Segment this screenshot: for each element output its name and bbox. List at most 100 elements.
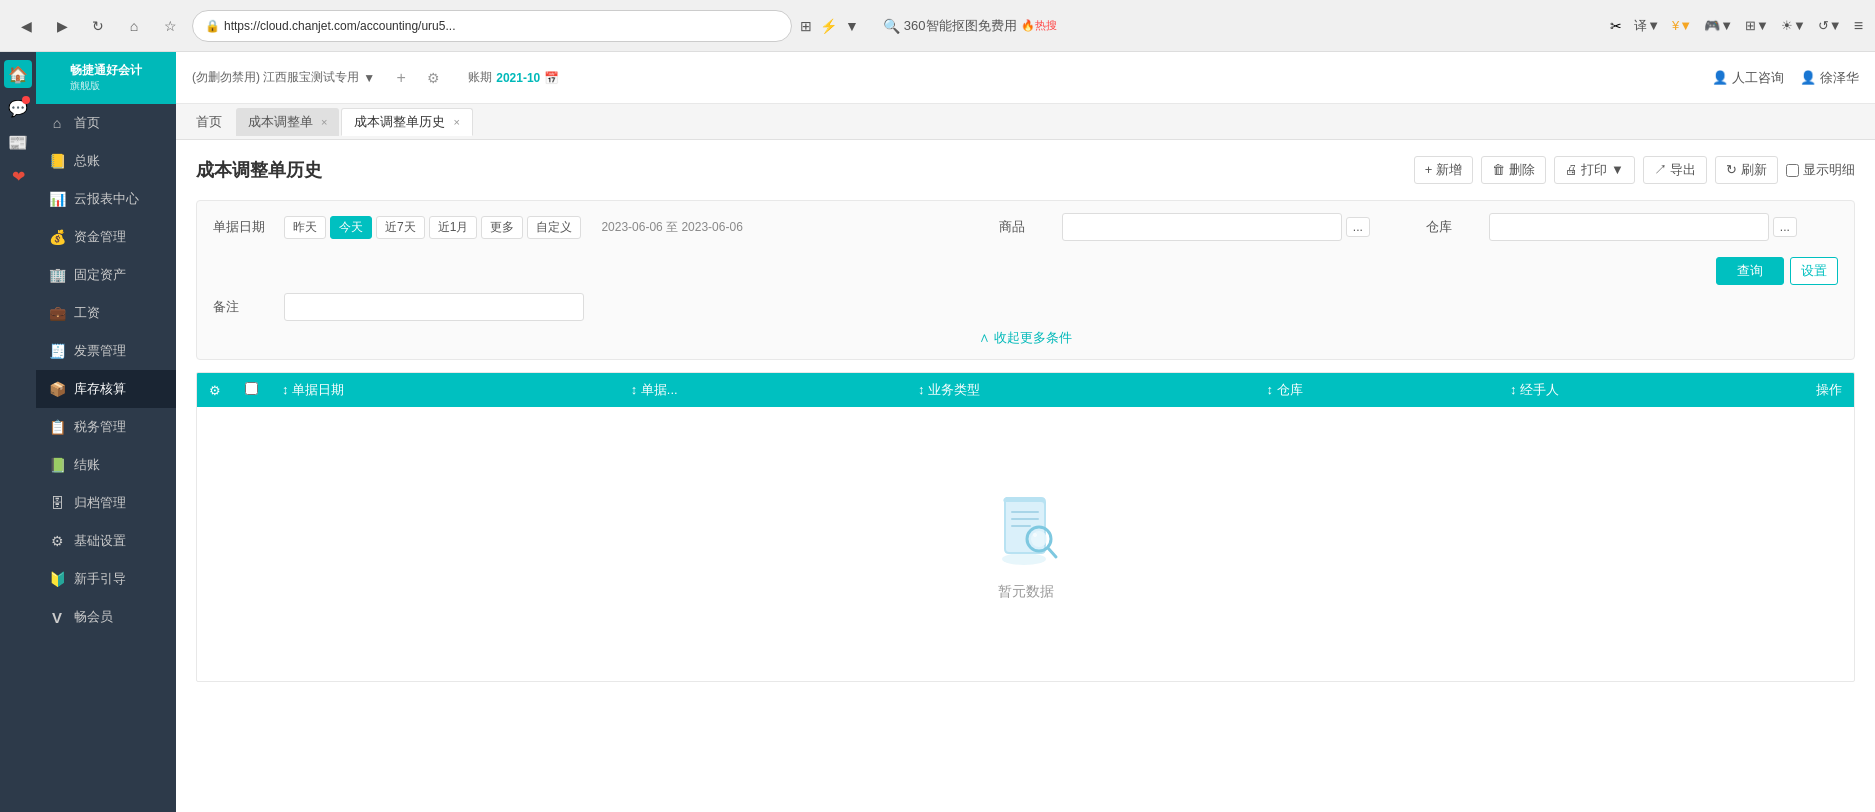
query-buttons: 查询 设置: [1716, 257, 1838, 285]
export-button[interactable]: ↗ 导出: [1643, 156, 1708, 184]
tab-manager-icon[interactable]: ⊞: [800, 18, 812, 34]
logo-text: 畅捷通好会计: [70, 63, 142, 79]
sidebar-item-member[interactable]: V 畅会员: [36, 598, 176, 636]
date-filter-label: 单据日期: [213, 218, 268, 236]
tax-icon: 📋: [48, 419, 66, 435]
sidebar-item-invoice[interactable]: 🧾 发票管理: [36, 332, 176, 370]
icon-bar-app[interactable]: 🏠: [4, 60, 32, 88]
th-warehouse[interactable]: ↕ 仓库: [1255, 373, 1498, 407]
th-checkbox[interactable]: [233, 373, 270, 407]
service-btn[interactable]: 👤 人工咨询: [1712, 69, 1784, 87]
reports-icon: 📊: [48, 191, 66, 207]
sidebar-item-funds[interactable]: 💰 资金管理: [36, 218, 176, 256]
col-date-label: ↕ 单据日期: [282, 382, 344, 397]
sun-btn[interactable]: ☀▼: [1781, 18, 1806, 33]
settings-cog-icon[interactable]: ⚙: [427, 70, 440, 86]
sidebar-item-ledger[interactable]: 📒 总账: [36, 142, 176, 180]
address-bar[interactable]: 🔒 https://cloud.chanjet.com/accounting/u…: [192, 10, 792, 42]
salary-icon: 💼: [48, 305, 66, 321]
favorite-button[interactable]: ☆: [156, 12, 184, 40]
note-input[interactable]: [284, 293, 584, 321]
company-selector[interactable]: (勿删勿禁用) 江西服宝测试专用 ▼: [192, 69, 375, 86]
delete-button[interactable]: 🗑 删除: [1481, 156, 1546, 184]
col-operator-label: ↕ 经手人: [1510, 382, 1559, 397]
tab-cost-adjust-history[interactable]: 成本调整单历史 ×: [341, 108, 472, 136]
tab-home[interactable]: 首页: [184, 108, 234, 136]
sidebar-item-inventory[interactable]: 📦 库存核算: [36, 370, 176, 408]
home-button[interactable]: ⌂: [120, 12, 148, 40]
th-no[interactable]: ↕ 单据...: [619, 373, 906, 407]
tab-cost-adjust[interactable]: 成本调整单 ×: [236, 108, 339, 136]
undo-btn[interactable]: ↺▼: [1818, 18, 1842, 33]
forward-button[interactable]: ▶: [48, 12, 76, 40]
new-button[interactable]: + 新增: [1414, 156, 1473, 184]
th-settings[interactable]: ⚙: [197, 373, 233, 407]
filter-settings-button[interactable]: 设置: [1790, 257, 1838, 285]
tab-cost-adjust-close[interactable]: ×: [321, 116, 327, 128]
warehouse-input[interactable]: [1489, 213, 1769, 241]
more-btn[interactable]: 更多: [481, 216, 523, 239]
funds-icon: 💰: [48, 229, 66, 245]
translate-btn[interactable]: 译▼: [1634, 17, 1660, 35]
sidebar-item-archive[interactable]: 🗄 归档管理: [36, 484, 176, 522]
refresh-button-page[interactable]: ↻ 刷新: [1715, 156, 1778, 184]
refresh-button[interactable]: ↻: [84, 12, 112, 40]
icon-bar-chat[interactable]: 💬: [4, 94, 32, 122]
warehouse-label: 仓库: [1426, 218, 1481, 236]
sidebar-item-close[interactable]: 📗 结账: [36, 446, 176, 484]
grid-btn[interactable]: ⊞▼: [1745, 18, 1769, 33]
select-all-checkbox[interactable]: [245, 382, 258, 395]
ledger-icon: 📒: [48, 153, 66, 169]
goods-select: ...: [1062, 213, 1370, 241]
th-operator[interactable]: ↕ 经手人: [1498, 373, 1794, 407]
back-button[interactable]: ◀: [12, 12, 40, 40]
show-bright-checkbox[interactable]: [1786, 164, 1799, 177]
sidebar-item-salary[interactable]: 💼 工资: [36, 294, 176, 332]
th-biz-type[interactable]: ↕ 业务类型: [906, 373, 1255, 407]
sidebar-item-fixed-assets[interactable]: 🏢 固定资产: [36, 256, 176, 294]
sidebar-item-guide[interactable]: 🔰 新手引导: [36, 560, 176, 598]
game-btn[interactable]: 🎮▼: [1704, 18, 1733, 33]
th-date[interactable]: ↕ 单据日期: [270, 373, 619, 407]
sidebar-item-settings[interactable]: ⚙ 基础设置: [36, 522, 176, 560]
sidebar-label-funds: 资金管理: [74, 228, 126, 246]
table-area: ⚙ ↕ 单据日期 ↕ 单据...: [196, 372, 1855, 682]
yesterday-btn[interactable]: 昨天: [284, 216, 326, 239]
goods-input[interactable]: [1062, 213, 1342, 241]
svg-point-0: [1002, 553, 1046, 565]
collapse-filter-btn[interactable]: ∧ 收起更多条件: [979, 329, 1072, 347]
print-button[interactable]: 🖨 打印 ▼: [1554, 156, 1635, 184]
th-actions: 操作: [1794, 373, 1854, 407]
icon-bar-extra1[interactable]: 📰: [4, 128, 32, 156]
query-button[interactable]: 查询: [1716, 257, 1784, 285]
browser-bar: ◀ ▶ ↻ ⌂ ☆ 🔒 https://cloud.chanjet.com/ac…: [0, 0, 1875, 52]
icon-bar-extra2[interactable]: ❤: [4, 162, 32, 190]
data-table: ⚙ ↕ 单据日期 ↕ 单据...: [197, 373, 1854, 407]
1month-btn[interactable]: 近1月: [429, 216, 478, 239]
menu-btn[interactable]: ≡: [1854, 17, 1863, 35]
dropdown-arrow[interactable]: ▼: [845, 18, 859, 34]
archive-icon: 🗄: [48, 495, 66, 511]
show-bright-label[interactable]: 显示明细: [1786, 161, 1855, 179]
7days-btn[interactable]: 近7天: [376, 216, 425, 239]
calendar-icon[interactable]: 📅: [544, 71, 559, 85]
lightning-icon[interactable]: ⚡: [820, 18, 837, 34]
user-btn[interactable]: 👤 徐泽华: [1800, 69, 1859, 87]
sidebar-item-tax[interactable]: 📋 税务管理: [36, 408, 176, 446]
tab-cost-adjust-history-close[interactable]: ×: [453, 116, 459, 128]
warehouse-dots-btn[interactable]: ...: [1773, 217, 1797, 237]
wallet-btn[interactable]: ¥▼: [1672, 18, 1692, 33]
today-btn[interactable]: 今天: [330, 216, 372, 239]
sidebar: 畅捷通好会计 旗舰版 ⌂ 首页 📒 总账 📊 云报表中心 💰 资金管理 �: [36, 52, 176, 812]
add-company-btn[interactable]: +: [387, 64, 415, 92]
sidebar-item-home[interactable]: ⌂ 首页: [36, 104, 176, 142]
date-quick-buttons: 昨天 今天 近7天 近1月 更多 自定义: [284, 216, 581, 239]
invoice-icon: 🧾: [48, 343, 66, 359]
scissors-icon[interactable]: ✂: [1610, 18, 1622, 34]
show-bright-text: 显示明细: [1803, 161, 1855, 179]
sidebar-item-reports[interactable]: 📊 云报表中心: [36, 180, 176, 218]
sidebar-label-close: 结账: [74, 456, 100, 474]
close-period-icon: 📗: [48, 457, 66, 473]
goods-dots-btn[interactable]: ...: [1346, 217, 1370, 237]
custom-btn[interactable]: 自定义: [527, 216, 581, 239]
